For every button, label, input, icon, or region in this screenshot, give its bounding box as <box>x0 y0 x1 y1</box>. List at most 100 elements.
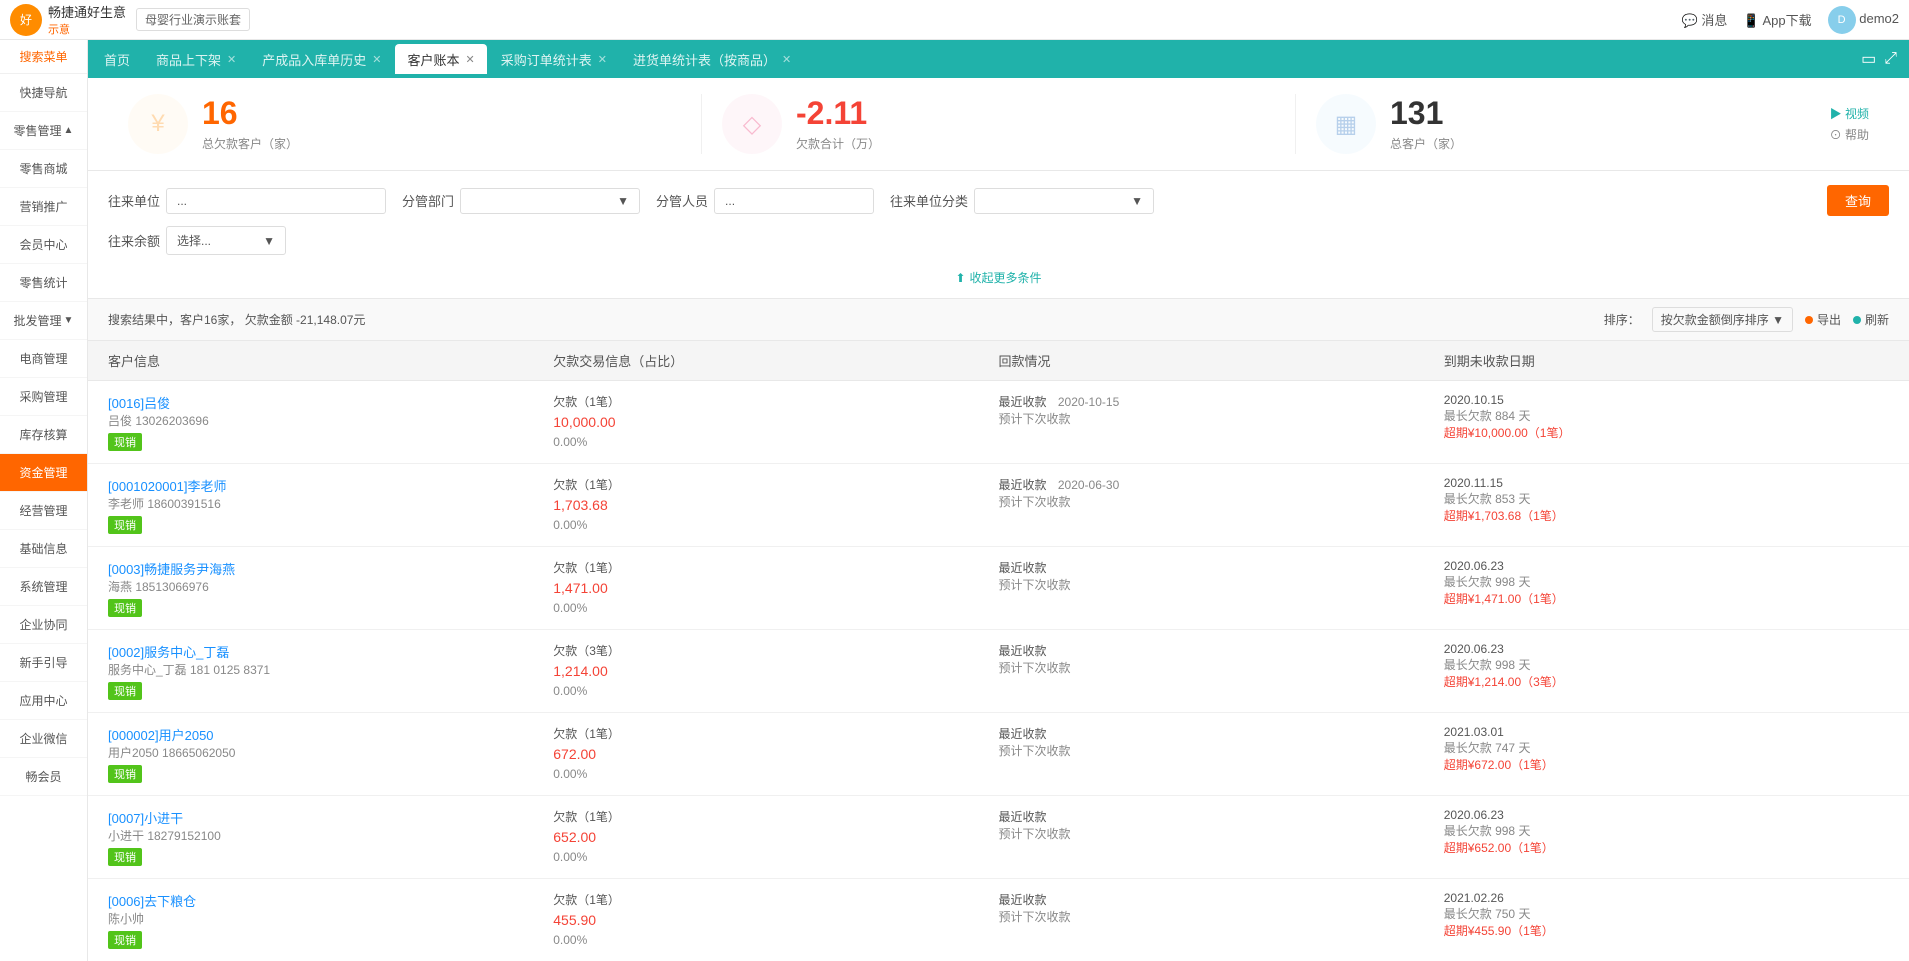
refresh-btn[interactable]: 刷新 <box>1853 311 1889 328</box>
collection-cell: 最近收款 预计下次收款 <box>999 808 1444 842</box>
sidebar-item-ops-mgmt[interactable]: 经营管理 <box>0 492 87 530</box>
user-avatar[interactable]: D demo2 <box>1828 6 1899 34</box>
summary-info-3: 131 总客户（家） <box>1390 96 1462 152</box>
table-row: [0016]吕俊 吕俊 13026203696 现销 欠款（1笔） 10,000… <box>88 381 1909 464</box>
tab-purchase-stats[interactable]: 采购订单统计表 ✕ <box>489 44 619 74</box>
sidebar-item-quick-nav[interactable]: 快捷导航 <box>0 74 87 112</box>
overdue-amount[interactable]: 超期¥455.90（1笔） <box>1444 922 1889 939</box>
chevron-down-icon-2: ▼ <box>1131 194 1143 208</box>
table-row: [0007]小进干 小进干 18279152100 现销 欠款（1笔） 652.… <box>88 796 1909 879</box>
last-collect: 最近收款 <box>999 559 1444 576</box>
debt-count: 欠款（1笔） <box>553 725 998 742</box>
tab-close-purchase[interactable]: ✕ <box>598 53 607 66</box>
sidebar-item-basic-info[interactable]: 基础信息 <box>0 530 87 568</box>
debt-amount: 1,471.00 <box>553 580 998 596</box>
tab-close-produce[interactable]: ✕ <box>372 53 381 66</box>
sidebar: 搜索菜单 快捷导航 零售管理 ▲ 零售商城 营销推广 会员中心 零售统计 批发管… <box>0 40 88 961</box>
overdue-amount[interactable]: 超期¥672.00（1笔） <box>1444 756 1889 773</box>
tab-customer-account[interactable]: 客户账本 ✕ <box>395 44 486 74</box>
last-collect: 最近收款 <box>999 808 1444 825</box>
sidebar-item-retail-mgmt[interactable]: 零售管理 ▲ <box>0 112 87 150</box>
sidebar-item-enterprise[interactable]: 企业协同 <box>0 606 87 644</box>
summary-section: ¥ 16 总欠款客户（家） ◇ -2.11 欠款合计（万） <box>88 78 1909 171</box>
video-btn[interactable]: ▶ 视频 <box>1830 105 1869 122</box>
collapse-filter-btn[interactable]: ⬆ 收起更多条件 <box>108 265 1889 290</box>
overdue-amount[interactable]: 超期¥1,703.68（1笔） <box>1444 507 1889 524</box>
app-download-btn[interactable]: 📱 App下载 <box>1743 10 1811 29</box>
logo-area: 好 畅捷通好生意 示意 <box>10 2 126 37</box>
sort-select[interactable]: 按欠款金额倒序排序 ▼ <box>1652 307 1793 332</box>
debt-count: 欠款（1笔） <box>553 891 998 908</box>
customer-code-name[interactable]: [000002]用户2050 <box>108 728 214 743</box>
customer-code-name[interactable]: [0002]服务中心_丁磊 <box>108 645 229 660</box>
debt-info-cell: 欠款（1笔） 672.00 0.00% <box>553 725 998 781</box>
customer-code-name[interactable]: [0003]畅捷服务尹海燕 <box>108 562 235 577</box>
dept-select[interactable]: ▼ <box>460 188 640 214</box>
export-btn[interactable]: 导出 <box>1805 311 1841 328</box>
customer-code-name[interactable]: [0007]小进干 <box>108 811 183 826</box>
sidebar-item-app-center[interactable]: 应用中心 <box>0 682 87 720</box>
from-unit-input[interactable]: ... <box>166 188 386 214</box>
sidebar-item-purchase-mgmt[interactable]: 采购管理 <box>0 378 87 416</box>
tab-bar-actions: ▭ ⤢ <box>1861 49 1905 69</box>
help-btn[interactable]: ⊙ 帮助 <box>1830 126 1869 143</box>
sidebar-item-finance-mgmt[interactable]: 资金管理 <box>0 454 87 492</box>
filter-label-balance: 往来余额 <box>108 231 160 250</box>
sidebar-item-retail-mall[interactable]: 零售商城 <box>0 150 87 188</box>
debt-amount: 1,703.68 <box>553 497 998 513</box>
col-header-due: 到期未收款日期 <box>1444 351 1889 370</box>
tab-produce-history[interactable]: 产成品入库单历史 ✕ <box>250 44 393 74</box>
summary-card-right: ▶ 视频 ⊙ 帮助 <box>1830 105 1869 143</box>
search-button[interactable]: 查询 <box>1827 185 1889 216</box>
store-selector[interactable]: 母婴行业演示账套 <box>136 8 250 31</box>
overdue-amount[interactable]: 超期¥10,000.00（1笔） <box>1444 424 1889 441</box>
table-row: [0002]服务中心_丁磊 服务中心_丁磊 181 0125 8371 现销 欠… <box>88 630 1909 713</box>
due-date: 2020.06.23 <box>1444 559 1889 573</box>
sidebar-item-ecommerce[interactable]: 电商管理 <box>0 340 87 378</box>
tab-close-inbound[interactable]: ✕ <box>782 53 791 66</box>
overdue-days: 最长欠款 750 天 <box>1444 905 1889 922</box>
restore-window-btn[interactable]: ▭ <box>1861 49 1876 69</box>
message-icon: 💬 <box>1682 13 1698 28</box>
unit-category-select[interactable]: ▼ <box>974 188 1154 214</box>
tab-goods-manage[interactable]: 商品上下架 ✕ <box>144 44 248 74</box>
customer-code-name[interactable]: [0016]吕俊 <box>108 396 170 411</box>
next-collect: 预计下次收款 <box>999 410 1444 427</box>
chevron-icon: ▲ <box>64 125 74 136</box>
sidebar-item-inventory[interactable]: 库存核算 <box>0 416 87 454</box>
next-collect: 预计下次收款 <box>999 825 1444 842</box>
collection-cell: 最近收款 预计下次收款 <box>999 642 1444 676</box>
expand-window-btn[interactable]: ⤢ <box>1884 50 1897 68</box>
manager-input[interactable]: ... <box>714 188 874 214</box>
sidebar-item-marketing[interactable]: 营销推广 <box>0 188 87 226</box>
sidebar-item-newbie[interactable]: 新手引导 <box>0 644 87 682</box>
tab-inbound-stats[interactable]: 进货单统计表（按商品） ✕ <box>621 44 803 74</box>
sidebar-item-batch-mgmt[interactable]: 批发管理 ▼ <box>0 302 87 340</box>
balance-select[interactable]: 选择... ▼ <box>166 226 286 255</box>
sidebar-item-retail-stats[interactable]: 零售统计 <box>0 264 87 302</box>
overdue-amount[interactable]: 超期¥652.00（1笔） <box>1444 839 1889 856</box>
sidebar-item-member-center[interactable]: 会员中心 <box>0 226 87 264</box>
debt-count: 欠款（1笔） <box>553 808 998 825</box>
due-date-cell: 2021.03.01 最长欠款 747 天 超期¥672.00（1笔） <box>1444 725 1889 773</box>
overdue-days: 最长欠款 998 天 <box>1444 822 1889 839</box>
collapse-icon: ⬆ <box>955 271 965 285</box>
filter-label-dept: 分管部门 <box>402 191 454 210</box>
message-btn[interactable]: 💬 消息 <box>1682 10 1728 29</box>
collection-cell: 最近收款 2020-06-30 预计下次收款 <box>999 476 1444 510</box>
customer-code-name[interactable]: [0006]去下粮仓 <box>108 894 196 909</box>
overdue-amount[interactable]: 超期¥1,214.00（3笔） <box>1444 673 1889 690</box>
tab-home[interactable]: 首页 <box>92 44 142 74</box>
sidebar-search[interactable]: 搜索菜单 <box>0 40 87 74</box>
customer-info-cell: [000002]用户2050 用户2050 18665062050 现销 <box>108 725 553 783</box>
next-collect: 预计下次收款 <box>999 908 1444 925</box>
tab-close-goods[interactable]: ✕ <box>227 53 236 66</box>
avatar-icon: D <box>1828 6 1856 34</box>
sidebar-item-corp-wechat[interactable]: 企业微信 <box>0 720 87 758</box>
top-bar: 好 畅捷通好生意 示意 母婴行业演示账套 💬 消息 📱 App下载 D demo… <box>0 0 1909 40</box>
sidebar-item-畅会员[interactable]: 畅会员 <box>0 758 87 796</box>
sidebar-item-sys-mgmt[interactable]: 系统管理 <box>0 568 87 606</box>
tab-close-customer[interactable]: ✕ <box>466 53 475 66</box>
customer-code-name[interactable]: [0001020001]李老师 <box>108 479 227 494</box>
overdue-amount[interactable]: 超期¥1,471.00（1笔） <box>1444 590 1889 607</box>
